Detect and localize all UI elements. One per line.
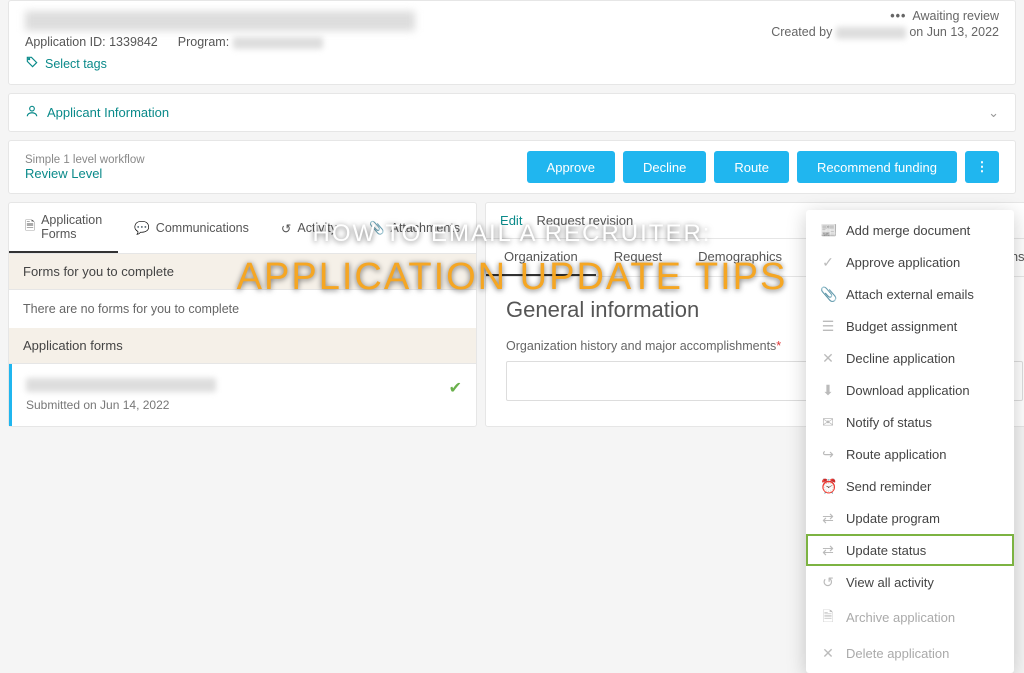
- menu-label: Update status: [846, 543, 926, 558]
- form-title-redacted: [26, 378, 216, 392]
- menu-label: Decline application: [846, 351, 955, 366]
- application-forms-header: Application forms: [9, 328, 476, 364]
- menu-label: Add merge document: [846, 223, 970, 238]
- application-form-item[interactable]: Submitted on Jun 14, 2022 ✔: [9, 364, 476, 426]
- tag-icon: [25, 55, 39, 72]
- menu-label: Route application: [846, 447, 946, 462]
- menu-item-update-program[interactable]: ⇄ Update program: [806, 502, 1014, 534]
- menu-label: Notify of status: [846, 415, 932, 430]
- workflow-level[interactable]: Review Level: [25, 166, 145, 181]
- menu-icon: ↺: [820, 574, 836, 591]
- person-icon: [25, 104, 39, 121]
- menu-icon: ↪: [820, 446, 836, 463]
- program: Program:: [178, 35, 323, 49]
- menu-label: View all activity: [846, 575, 934, 590]
- menu-item-add-merge-document[interactable]: 📰 Add merge document: [806, 214, 1014, 246]
- menu-label: Approve application: [846, 255, 960, 270]
- menu-label: Download application: [846, 383, 970, 398]
- subtab-organization[interactable]: Organization: [486, 239, 596, 276]
- menu-item-budget-assignment[interactable]: ☰ Budget assignment: [806, 310, 1014, 342]
- subtab-request[interactable]: Request: [596, 239, 680, 276]
- more-actions-button[interactable]: ⋮: [965, 151, 999, 183]
- request-revision-button[interactable]: Request revision: [536, 213, 633, 228]
- application-header: Application ID: 1339842 Program: Select …: [8, 0, 1016, 85]
- check-circle-icon: ✔: [449, 378, 462, 398]
- forms-to-complete-header: Forms for you to complete: [9, 254, 476, 290]
- workflow-name: Simple 1 level workflow: [25, 154, 145, 166]
- tab-attachments[interactable]: 📎 Attachments: [353, 203, 476, 253]
- menu-item-update-status[interactable]: ⇄ Update status: [806, 534, 1014, 566]
- app-id: Application ID: 1339842: [25, 35, 158, 49]
- tab-activity[interactable]: ↺ Activity: [265, 203, 353, 253]
- status-badge: Awaiting review: [912, 9, 999, 23]
- menu-icon: ✓: [820, 254, 836, 271]
- menu-icon: ⏰: [820, 478, 836, 495]
- menu-item-view-all-activity[interactable]: ↺ View all activity: [806, 566, 1014, 598]
- menu-label: Send reminder: [846, 479, 931, 494]
- menu-icon: ⬇: [820, 382, 836, 399]
- paperclip-icon: 📎: [369, 221, 385, 236]
- chevron-down-icon: ⌄: [988, 105, 999, 121]
- workflow-bar: Simple 1 level workflow Review Level App…: [8, 140, 1016, 194]
- history-icon: ↺: [281, 221, 291, 236]
- menu-label: Update program: [846, 511, 940, 526]
- menu-label: Archive application: [846, 610, 955, 625]
- route-button[interactable]: Route: [714, 151, 789, 183]
- menu-item-approve-application[interactable]: ✓ Approve application: [806, 246, 1014, 278]
- menu-item-archive-application[interactable]: 🗎 Archive application: [806, 598, 1014, 637]
- menu-icon: ⇄: [820, 542, 836, 559]
- menu-label: Attach external emails: [846, 287, 974, 302]
- decline-button[interactable]: Decline: [623, 151, 706, 183]
- no-forms-message: There are no forms for you to complete: [9, 290, 476, 328]
- actions-dropdown: 📰 Add merge document ✓ Approve application 📎…: [806, 210, 1014, 673]
- applicant-info-label: Applicant Information: [47, 105, 169, 120]
- recommend-funding-button[interactable]: Recommend funding: [797, 151, 957, 183]
- created-by: Created by on Jun 13, 2022: [771, 25, 999, 39]
- menu-icon: ☰: [820, 318, 836, 335]
- menu-label: Budget assignment: [846, 319, 957, 334]
- menu-icon: ✕: [820, 350, 836, 367]
- left-panel: 🗎 Application Forms 💬 Communications ↺ A…: [8, 202, 477, 427]
- edit-button[interactable]: Edit: [500, 213, 522, 228]
- application-title-redacted: [25, 11, 415, 31]
- more-icon[interactable]: •••: [890, 9, 906, 23]
- applicant-info-section[interactable]: Applicant Information ⌄: [8, 93, 1016, 132]
- menu-icon: 🗎: [820, 606, 836, 630]
- select-tags-link[interactable]: Select tags: [25, 55, 107, 72]
- menu-item-send-reminder[interactable]: ⏰ Send reminder: [806, 470, 1014, 502]
- form-icon: 🗎: [25, 217, 35, 238]
- menu-item-download-application[interactable]: ⬇ Download application: [806, 374, 1014, 406]
- approve-button[interactable]: Approve: [527, 151, 615, 183]
- main-tabs: 🗎 Application Forms 💬 Communications ↺ A…: [9, 203, 476, 254]
- menu-icon: 📰: [820, 222, 836, 239]
- menu-icon: ⇄: [820, 510, 836, 527]
- tab-application-forms[interactable]: 🗎 Application Forms: [9, 203, 118, 253]
- menu-item-notify-of-status[interactable]: ✉ Notify of status: [806, 406, 1014, 438]
- menu-icon: ✉: [820, 414, 836, 431]
- menu-item-decline-application[interactable]: ✕ Decline application: [806, 342, 1014, 374]
- chat-icon: 💬: [134, 221, 150, 236]
- menu-item-route-application[interactable]: ↪ Route application: [806, 438, 1014, 470]
- tab-communications[interactable]: 💬 Communications: [118, 203, 265, 253]
- menu-icon: 📎: [820, 286, 836, 303]
- menu-icon: ✕: [820, 645, 836, 662]
- menu-item-attach-external-emails[interactable]: 📎 Attach external emails: [806, 278, 1014, 310]
- subtab-demographics[interactable]: Demographics: [680, 239, 800, 276]
- menu-label: Delete application: [846, 646, 949, 661]
- submitted-date: Submitted on Jun 14, 2022: [26, 398, 462, 412]
- menu-item-delete-application[interactable]: ✕ Delete application: [806, 637, 1014, 669]
